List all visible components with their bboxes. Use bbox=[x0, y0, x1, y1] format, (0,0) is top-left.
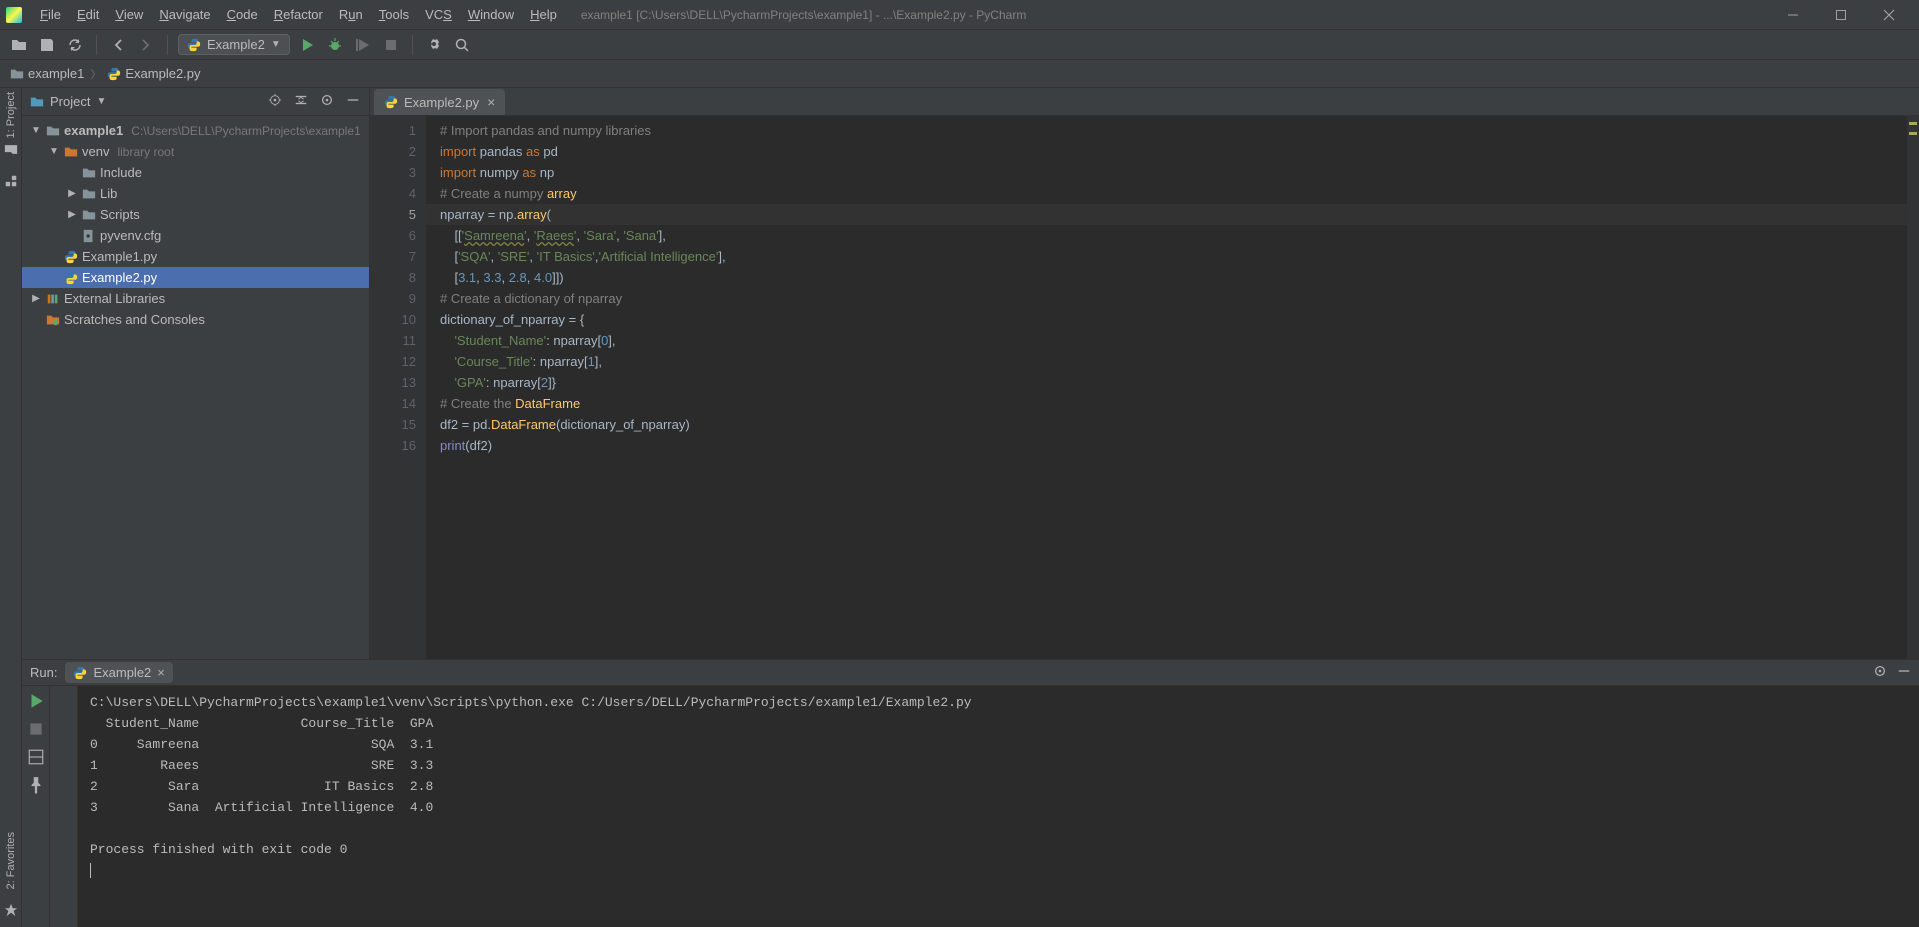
run-config-label: Example2 bbox=[207, 37, 265, 52]
tree-root-path: C:\Users\DELL\PycharmProjects\example1 bbox=[131, 124, 360, 138]
tree-node-example1py[interactable]: ▶ Example1.py bbox=[22, 246, 369, 267]
run-tool-window: Run: Example2 × C:\Users\DELL\PycharmPro… bbox=[22, 659, 1919, 927]
menu-navigate[interactable]: Navigate bbox=[151, 3, 218, 26]
sidebar-tab-project[interactable]: 1: Project bbox=[4, 92, 18, 156]
tree-example1-label: Example1.py bbox=[82, 249, 157, 264]
menu-code[interactable]: Code bbox=[219, 3, 266, 26]
breadcrumb-file-label: Example2.py bbox=[125, 66, 200, 81]
window-maximize-button[interactable] bbox=[1835, 9, 1859, 21]
project-hide-button[interactable] bbox=[345, 93, 361, 110]
debug-button[interactable] bbox=[324, 34, 346, 56]
run-stop-button[interactable] bbox=[27, 720, 45, 738]
window-close-button[interactable] bbox=[1883, 9, 1907, 21]
run-coverage-button[interactable] bbox=[352, 34, 374, 56]
project-tool-window: Project ▼ ▼ example1 C:\Users\DELL\Pycha… bbox=[22, 88, 370, 659]
run-console-output[interactable]: C:\Users\DELL\PycharmProjects\example1\v… bbox=[78, 686, 1919, 927]
editor-area: Example2.py × 12345678910111213141516 # … bbox=[370, 88, 1919, 659]
tree-node-include[interactable]: ▶ Include bbox=[22, 162, 369, 183]
search-everywhere-button[interactable] bbox=[451, 34, 473, 56]
tree-example2-label: Example2.py bbox=[82, 270, 157, 285]
window-title: example1 [C:\Users\DELL\PycharmProjects\… bbox=[581, 8, 1027, 22]
run-settings-button[interactable] bbox=[1873, 664, 1887, 681]
editor-tab-example2[interactable]: Example2.py × bbox=[374, 89, 505, 115]
menu-help[interactable]: Help bbox=[522, 3, 565, 26]
star-icon bbox=[4, 903, 18, 917]
sidebar-tab-favorites[interactable]: 2: Favorites bbox=[5, 832, 17, 889]
run-pin-button[interactable] bbox=[27, 776, 45, 794]
tree-scripts-label: Scripts bbox=[100, 207, 140, 222]
tree-node-example2py[interactable]: ▶ Example2.py bbox=[22, 267, 369, 288]
breadcrumb-file[interactable]: Example2.py bbox=[107, 66, 200, 81]
stop-button[interactable] bbox=[380, 34, 402, 56]
project-collapse-button[interactable] bbox=[293, 93, 309, 110]
project-view-selector[interactable]: Project ▼ bbox=[30, 94, 106, 109]
chevron-right-icon: 〉 bbox=[90, 66, 101, 82]
nav-back-button[interactable] bbox=[107, 34, 129, 56]
nav-forward-button[interactable] bbox=[135, 34, 157, 56]
tree-venv-hint: library root bbox=[117, 145, 174, 159]
sidebar-tab-structure[interactable] bbox=[4, 174, 18, 188]
tree-node-scripts[interactable]: ▶ Scripts bbox=[22, 204, 369, 225]
tree-node-scratches[interactable]: ▶ Scratches and Consoles bbox=[22, 309, 369, 330]
run-tab-label: Example2 bbox=[93, 665, 151, 680]
menu-refactor[interactable]: Refactor bbox=[266, 3, 331, 26]
save-all-button[interactable] bbox=[36, 34, 58, 56]
menu-tools[interactable]: Tools bbox=[371, 3, 417, 26]
chevron-down-icon: ▼ bbox=[96, 96, 106, 107]
breadcrumb-project-label: example1 bbox=[28, 66, 84, 81]
run-config-selector[interactable]: Example2 ▼ bbox=[178, 34, 290, 55]
sync-button[interactable] bbox=[64, 34, 86, 56]
settings-button[interactable] bbox=[423, 34, 445, 56]
editor-code-area[interactable]: # Import pandas and numpy librariesimpor… bbox=[426, 116, 1919, 659]
breadcrumb-project[interactable]: example1 bbox=[10, 66, 84, 81]
tree-node-lib[interactable]: ▶ Lib bbox=[22, 183, 369, 204]
tree-scratches-label: Scratches and Consoles bbox=[64, 312, 205, 327]
run-tab-example2[interactable]: Example2 × bbox=[65, 662, 172, 683]
tree-node-pyvenv[interactable]: ▶ pyvenv.cfg bbox=[22, 225, 369, 246]
tree-include-label: Include bbox=[100, 165, 142, 180]
sidebar-tab-favorites-label: 2: Favorites bbox=[5, 832, 17, 889]
menu-window[interactable]: Window bbox=[460, 3, 522, 26]
tree-lib-label: Lib bbox=[100, 186, 117, 201]
tree-root-name: example1 bbox=[64, 123, 123, 138]
tree-node-project-root[interactable]: ▼ example1 C:\Users\DELL\PycharmProjects… bbox=[22, 120, 369, 141]
project-locate-button[interactable] bbox=[267, 93, 283, 110]
menu-file[interactable]: File bbox=[32, 3, 69, 26]
tree-external-label: External Libraries bbox=[64, 291, 165, 306]
menu-vcs[interactable]: VCS bbox=[417, 3, 460, 26]
tree-venv-label: venv bbox=[82, 144, 109, 159]
tree-node-external-libraries[interactable]: ▶ External Libraries bbox=[22, 288, 369, 309]
menu-edit[interactable]: Edit bbox=[69, 3, 107, 26]
project-panel-title: Project bbox=[50, 94, 90, 109]
run-panel-label: Run: bbox=[30, 665, 57, 680]
run-rerun-button[interactable] bbox=[27, 692, 45, 710]
menu-run[interactable]: Run bbox=[331, 3, 371, 26]
menu-view[interactable]: View bbox=[107, 3, 151, 26]
main-menu: File Edit View Navigate Code Refactor Ru… bbox=[32, 3, 565, 26]
run-layout-button[interactable] bbox=[27, 748, 45, 766]
tree-node-venv[interactable]: ▼ venv library root bbox=[22, 141, 369, 162]
run-hide-button[interactable] bbox=[1897, 664, 1911, 681]
run-tab-close-button[interactable]: × bbox=[157, 665, 165, 680]
chevron-down-icon: ▼ bbox=[271, 39, 281, 50]
sidebar-tab-project-label: 1: Project bbox=[5, 92, 17, 138]
app-icon bbox=[6, 7, 22, 23]
editor-gutter[interactable]: 12345678910111213141516 bbox=[370, 116, 426, 659]
project-settings-button[interactable] bbox=[319, 93, 335, 110]
tree-pyvenv-label: pyvenv.cfg bbox=[100, 228, 161, 243]
open-file-button[interactable] bbox=[8, 34, 30, 56]
run-button[interactable] bbox=[296, 34, 318, 56]
editor-tab-label: Example2.py bbox=[404, 95, 479, 110]
editor-tab-close-button[interactable]: × bbox=[487, 94, 495, 110]
window-minimize-button[interactable] bbox=[1787, 9, 1811, 21]
editor-error-stripe[interactable] bbox=[1907, 116, 1919, 659]
